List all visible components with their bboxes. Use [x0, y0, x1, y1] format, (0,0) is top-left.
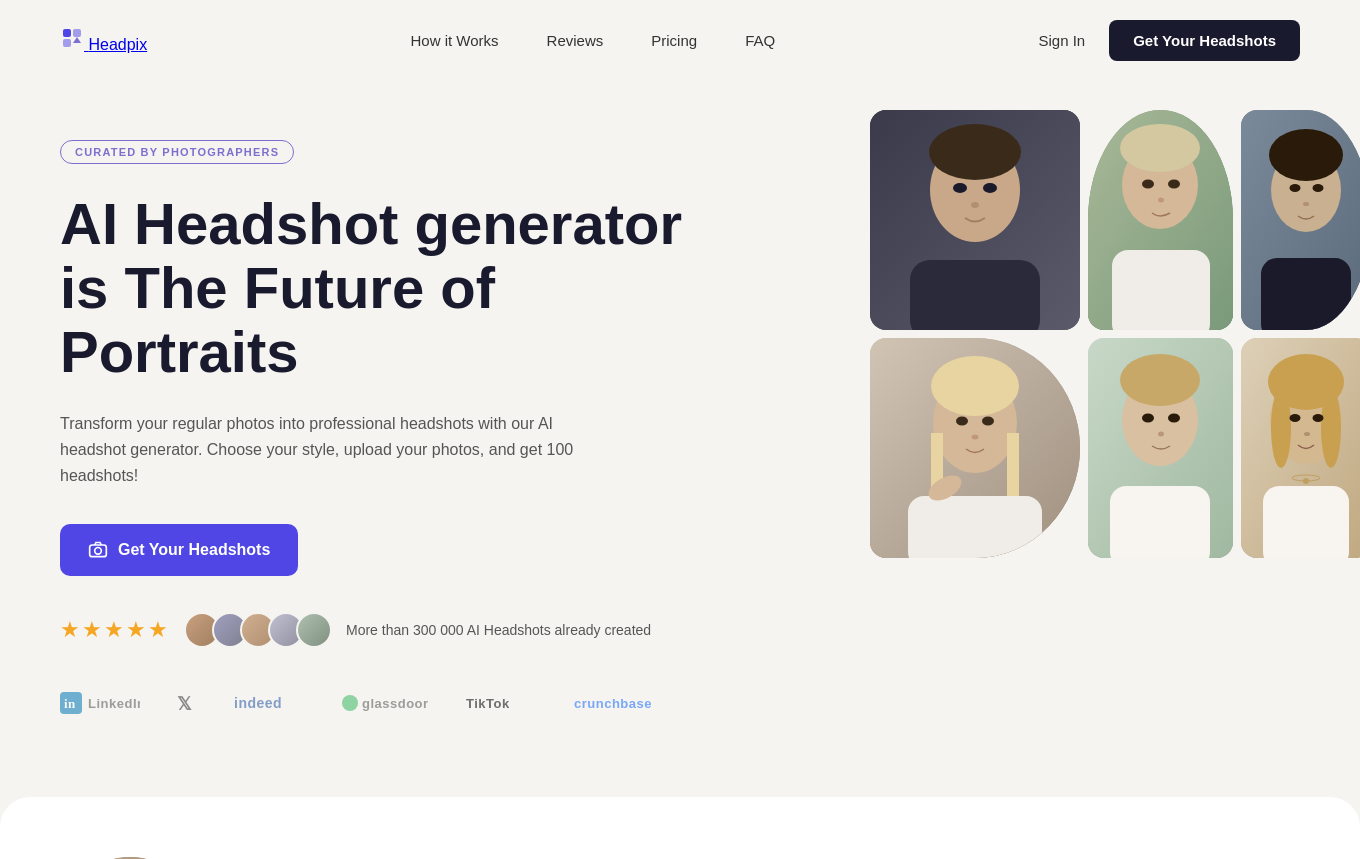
nav-how-it-works[interactable]: How it Works [411, 32, 499, 49]
svg-rect-0 [63, 29, 71, 37]
hero-title: AI Headshot generator is The Future of P… [60, 192, 720, 383]
svg-point-35 [1303, 202, 1309, 206]
hero-photo-5 [1088, 338, 1233, 558]
svg-rect-18 [910, 260, 1040, 330]
svg-point-60 [1313, 414, 1324, 422]
avatar-group [184, 612, 332, 648]
logo-icon [60, 36, 88, 53]
svg-text:crunchbase: crunchbase [574, 696, 652, 711]
svg-point-24 [1120, 124, 1200, 172]
nav-right: Sign In Get Your Headshots [1038, 20, 1300, 61]
crunchbase-logo: crunchbase [574, 692, 664, 717]
glassdoor-logo: glassdoor [340, 692, 430, 717]
svg-point-44 [972, 435, 979, 440]
svg-text:in: in [64, 696, 76, 711]
svg-rect-32 [1261, 258, 1351, 330]
sign-in-link[interactable]: Sign In [1038, 32, 1085, 49]
svg-point-17 [929, 124, 1021, 180]
svg-point-50 [1142, 414, 1154, 423]
svg-point-20 [983, 183, 997, 193]
svg-text:TikTok: TikTok [466, 696, 510, 711]
nav-reviews[interactable]: Reviews [547, 32, 604, 49]
tiktok-logo: TikTok [466, 692, 538, 717]
svg-point-52 [1158, 432, 1164, 437]
navbar: Headpix How it Works Reviews Pricing FAQ… [0, 0, 1360, 80]
svg-rect-49 [1110, 486, 1210, 558]
linkedin-logo: in LinkedIn [60, 692, 140, 717]
svg-point-5 [95, 548, 102, 555]
proof-text: More than 300 000 AI Headshots already c… [346, 622, 651, 638]
svg-point-33 [1290, 184, 1301, 192]
svg-text:glassdoor: glassdoor [362, 696, 429, 711]
svg-point-59 [1290, 414, 1301, 422]
logo[interactable]: Headpix [60, 26, 147, 54]
svg-rect-1 [73, 29, 81, 37]
nav-cta-button[interactable]: Get Your Headshots [1109, 20, 1300, 61]
svg-point-43 [982, 417, 994, 426]
twitter-logo: 𝕏 [176, 692, 198, 717]
star-rating: ★★★★★ [60, 617, 170, 643]
svg-point-57 [1321, 388, 1341, 468]
svg-point-19 [953, 183, 967, 193]
hero-content: CURATED BY PHOTOGRAPHERS AI Headshot gen… [60, 120, 720, 717]
svg-point-28 [1158, 198, 1164, 203]
svg-rect-58 [1263, 486, 1349, 558]
hero-photo-1 [870, 110, 1080, 330]
bottom-section: Examples of Generated AI Headshots [0, 797, 1360, 859]
nav-links: How it Works Reviews Pricing FAQ [411, 32, 776, 49]
curator-badge: CURATED BY PHOTOGRAPHERS [60, 140, 294, 164]
logo-text: Headpix [88, 36, 147, 53]
hero-description: Transform your regular photos into profe… [60, 411, 620, 488]
svg-point-38 [931, 356, 1019, 416]
svg-point-51 [1168, 414, 1180, 423]
svg-point-42 [956, 417, 968, 426]
nav-pricing[interactable]: Pricing [651, 32, 697, 49]
avatar-5 [296, 612, 332, 648]
svg-text:LinkedIn: LinkedIn [88, 696, 140, 711]
partner-logos: in LinkedIn 𝕏 indeed glassdoor [60, 692, 720, 717]
camera-icon [88, 540, 108, 560]
hero-photo-2 [1088, 110, 1233, 330]
hero-section: CURATED BY PHOTOGRAPHERS AI Headshot gen… [0, 80, 1360, 777]
svg-marker-3 [73, 37, 81, 43]
svg-point-61 [1304, 432, 1310, 436]
hero-cta-button[interactable]: Get Your Headshots [60, 524, 298, 576]
svg-point-31 [1269, 129, 1343, 181]
hero-photo-6 [1241, 338, 1360, 558]
hero-photo-4 [870, 338, 1080, 558]
svg-point-26 [1142, 180, 1154, 189]
svg-rect-25 [1112, 250, 1210, 330]
hero-photo-grid [860, 100, 1360, 760]
svg-text:indeed: indeed [234, 695, 282, 711]
svg-point-63 [1303, 478, 1309, 484]
svg-point-27 [1168, 180, 1180, 189]
hero-photo-3 [1241, 110, 1360, 330]
indeed-logo: indeed [234, 692, 304, 717]
svg-rect-41 [908, 496, 1042, 558]
svg-point-56 [1271, 388, 1291, 468]
svg-rect-2 [63, 39, 71, 47]
svg-point-34 [1313, 184, 1324, 192]
svg-point-48 [1120, 354, 1200, 406]
social-proof: ★★★★★ More than 300 000 AI Headshots alr… [60, 612, 720, 648]
svg-point-21 [971, 202, 979, 208]
svg-text:𝕏: 𝕏 [177, 694, 193, 714]
svg-point-11 [342, 695, 358, 711]
nav-faq[interactable]: FAQ [745, 32, 775, 49]
